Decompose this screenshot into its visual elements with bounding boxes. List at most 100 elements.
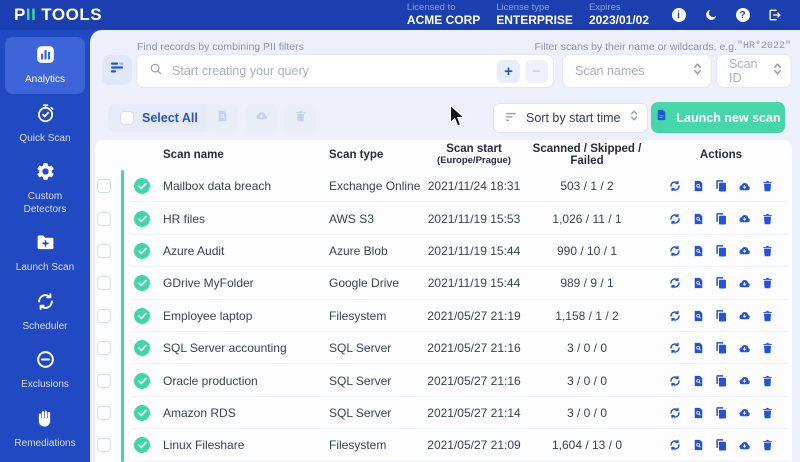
launch-new-scan-button[interactable]: Launch new scan xyxy=(651,102,785,133)
row-checkbox[interactable] xyxy=(97,243,111,258)
row-actions xyxy=(650,179,792,194)
add-filter-button[interactable]: + xyxy=(497,59,520,83)
scan-start: 2021/05/27 21:19 xyxy=(427,308,521,323)
row-checkbox[interactable] xyxy=(97,276,111,291)
report-search-icon[interactable] xyxy=(691,405,706,420)
report-search-icon[interactable] xyxy=(691,438,706,453)
report-search-icon[interactable] xyxy=(691,341,706,356)
copy-icon[interactable] xyxy=(714,179,729,194)
report-search-icon[interactable] xyxy=(691,373,706,388)
row-actions xyxy=(650,373,792,388)
rerun-icon[interactable] xyxy=(668,211,683,226)
sidebar-item-quick-scan[interactable]: Quick Scan xyxy=(5,96,85,153)
delete-icon[interactable] xyxy=(760,243,775,258)
dark-mode-moon-icon[interactable] xyxy=(703,8,718,23)
scan-start: 2021/05/27 21:16 xyxy=(427,341,521,356)
row-actions xyxy=(650,243,792,258)
scan-counts: 3 / 0 / 0 xyxy=(566,341,608,356)
copy-icon[interactable] xyxy=(714,243,729,258)
delete-icon[interactable] xyxy=(760,438,775,453)
bulk-delete-button-disabled xyxy=(284,104,316,132)
sidebar-item-launch-scan[interactable]: Launch Scan xyxy=(5,225,85,282)
query-input[interactable] xyxy=(172,64,497,78)
sort-select[interactable]: Sort by start time xyxy=(493,103,648,133)
sidebar-item-analytics[interactable]: Analytics xyxy=(5,37,85,94)
report-search-icon[interactable] xyxy=(691,308,706,323)
topbar-icons: i ? xyxy=(671,8,782,23)
cloud-download-icon[interactable] xyxy=(737,211,752,226)
select-all-button[interactable]: Select All xyxy=(108,104,210,132)
row-checkbox[interactable] xyxy=(97,341,111,356)
scan-name: SQL Server accounting xyxy=(163,341,287,356)
delete-icon[interactable] xyxy=(760,211,775,226)
app-window: P II TOOLS Licensed to ACME CORP License t… xyxy=(0,0,800,462)
info-icon[interactable]: i xyxy=(671,8,686,23)
table-row: GDrive MyFolder Google Drive 2021/11/19 … xyxy=(95,267,792,300)
remove-filter-button: − xyxy=(525,59,548,83)
cloud-download-icon[interactable] xyxy=(737,373,752,388)
row-checkbox[interactable] xyxy=(97,373,111,388)
rerun-icon[interactable] xyxy=(668,405,683,420)
row-checkbox-cell xyxy=(95,211,121,226)
rerun-icon[interactable] xyxy=(668,341,683,356)
report-search-icon[interactable] xyxy=(691,211,706,226)
row-checkbox[interactable] xyxy=(97,405,111,420)
delete-icon[interactable] xyxy=(760,179,775,194)
cloud-download-icon[interactable] xyxy=(737,438,752,453)
row-checkbox[interactable] xyxy=(97,438,111,453)
table-row: HR files AWS S3 2021/11/19 15:53 1,026 /… xyxy=(95,202,792,236)
help-icon[interactable]: ? xyxy=(735,8,750,23)
cloud-download-icon[interactable] xyxy=(737,179,752,194)
cloud-download-icon[interactable] xyxy=(737,308,752,323)
row-actions xyxy=(650,308,792,323)
report-search-icon[interactable] xyxy=(691,243,706,258)
delete-icon[interactable] xyxy=(760,405,775,420)
rerun-icon[interactable] xyxy=(668,308,683,323)
scan-counts: 3 / 0 / 0 xyxy=(566,405,608,420)
scan-names-value: Scan names xyxy=(575,64,645,78)
scan-id-select[interactable]: Scan ID xyxy=(716,54,792,88)
sidebar-item-exclusions[interactable]: Exclusions xyxy=(5,342,85,399)
copy-icon[interactable] xyxy=(714,373,729,388)
row-status-cell xyxy=(121,437,163,454)
cloud-download-icon[interactable] xyxy=(737,341,752,356)
delete-icon[interactable] xyxy=(760,308,775,323)
scan-name: Mailbox data breach xyxy=(163,179,272,194)
row-actions xyxy=(650,341,792,356)
rerun-icon[interactable] xyxy=(668,243,683,258)
row-status-cell xyxy=(121,178,163,195)
row-checkbox[interactable] xyxy=(97,211,111,226)
select-all-checkbox[interactable] xyxy=(120,111,134,125)
table-row: Linux Fileshare Filesystem 2021/05/27 21… xyxy=(95,429,792,462)
rerun-icon[interactable] xyxy=(668,438,683,453)
delete-icon[interactable] xyxy=(760,373,775,388)
cloud-download-icon[interactable] xyxy=(737,243,752,258)
col-scan-name: Scan name xyxy=(163,149,224,161)
copy-icon[interactable] xyxy=(714,438,729,453)
report-search-icon[interactable] xyxy=(691,179,706,194)
copy-icon[interactable] xyxy=(714,405,729,420)
licensed-to-label: Licensed to xyxy=(406,1,456,13)
sidebar-item-remediations[interactable]: Remediations xyxy=(5,401,85,458)
sidebar-item-custom-detectors[interactable]: Custom Detectors xyxy=(5,154,85,223)
logout-icon[interactable] xyxy=(767,8,782,23)
row-checkbox-cell xyxy=(95,308,121,323)
rerun-icon[interactable] xyxy=(668,179,683,194)
cloud-download-icon[interactable] xyxy=(737,276,752,291)
copy-icon[interactable] xyxy=(714,211,729,226)
chevron-updown-icon xyxy=(630,109,638,127)
delete-icon[interactable] xyxy=(760,276,775,291)
rerun-icon[interactable] xyxy=(668,276,683,291)
delete-icon[interactable] xyxy=(760,341,775,356)
report-search-icon[interactable] xyxy=(691,276,706,291)
filter-presets-button[interactable] xyxy=(102,55,132,85)
sidebar-item-scheduler[interactable]: Scheduler xyxy=(5,284,85,341)
scan-names-select[interactable]: Scan names xyxy=(562,54,712,88)
row-checkbox[interactable] xyxy=(97,308,111,323)
copy-icon[interactable] xyxy=(714,276,729,291)
row-checkbox[interactable] xyxy=(97,179,111,194)
rerun-icon[interactable] xyxy=(668,373,683,388)
copy-icon[interactable] xyxy=(714,341,729,356)
cloud-download-icon[interactable] xyxy=(737,405,752,420)
copy-icon[interactable] xyxy=(714,308,729,323)
